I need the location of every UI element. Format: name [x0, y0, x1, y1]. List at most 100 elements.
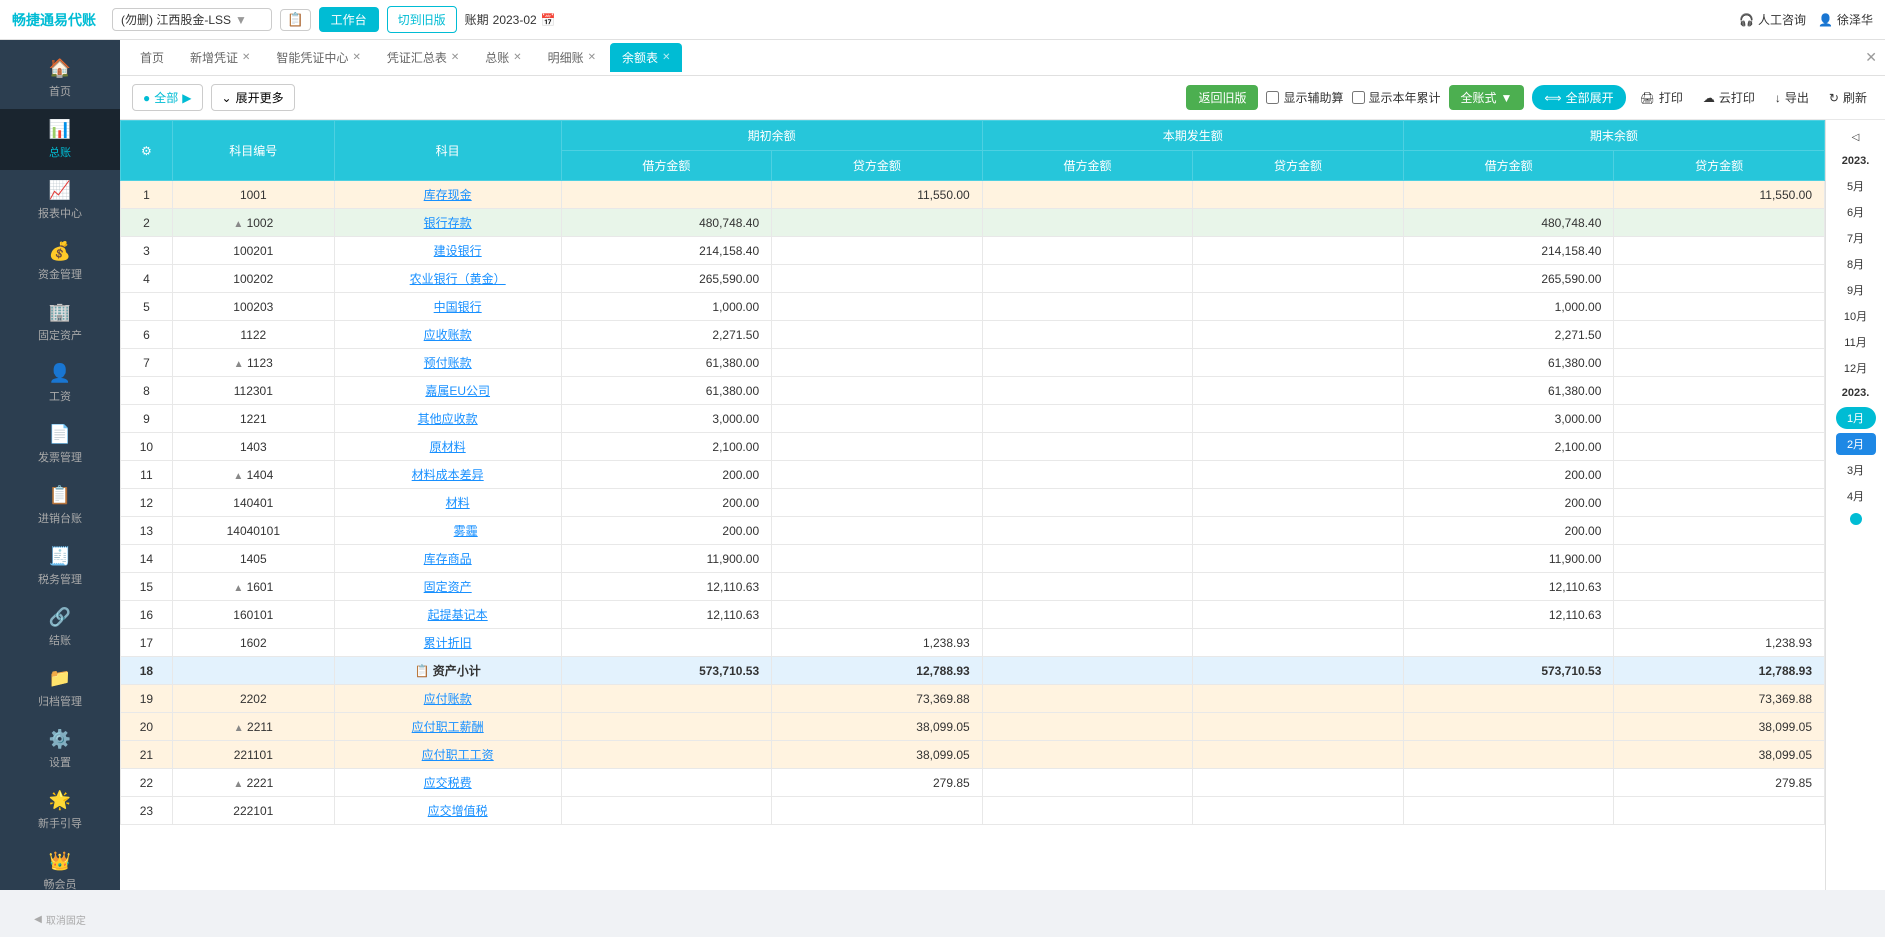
- month-10[interactable]: 10月: [1836, 305, 1876, 327]
- sidebar-item-settings[interactable]: ⚙️ 设置: [0, 719, 120, 780]
- tab-detail-ledger-close[interactable]: ✕: [588, 52, 596, 63]
- row-name[interactable]: 累计折旧: [334, 629, 561, 657]
- row-name[interactable]: 原材料: [334, 433, 561, 461]
- unpin-button[interactable]: ◀ 取消固定: [0, 902, 120, 937]
- tab-general-ledger-close[interactable]: ✕: [513, 52, 521, 63]
- sidebar-item-closing[interactable]: 🔗 结账: [0, 597, 120, 658]
- print-button[interactable]: 🖨 打印: [1634, 85, 1689, 110]
- sidebar-item-tax[interactable]: 🧾 税务管理: [0, 536, 120, 597]
- amount-cell: [982, 405, 1193, 433]
- back-old-version-button[interactable]: 返回旧版: [1186, 85, 1258, 110]
- row-name[interactable]: 应交增值税: [334, 797, 561, 825]
- consult-button[interactable]: 🎧 人工咨询: [1739, 11, 1806, 28]
- row-name[interactable]: 库存商品: [334, 545, 561, 573]
- month-4[interactable]: 4月: [1836, 485, 1876, 507]
- sidebar-item-guide[interactable]: 🌟 新手引导: [0, 780, 120, 841]
- tab-balance-sheet-close[interactable]: ✕: [662, 52, 670, 63]
- row-name[interactable]: 银行存款: [334, 209, 561, 237]
- month-12[interactable]: 12月: [1836, 357, 1876, 379]
- show-ytd-input[interactable]: [1352, 91, 1365, 104]
- month-5[interactable]: 5月: [1836, 175, 1876, 197]
- tab-smart-voucher[interactable]: 智能凭证中心 ✕: [264, 43, 372, 72]
- sidebar-item-funds[interactable]: 💰 资金管理: [0, 231, 120, 292]
- sidebar-item-ledger[interactable]: 📊 总账: [0, 109, 120, 170]
- row-name[interactable]: 建设银行: [334, 237, 561, 265]
- show-ytd-checkbox[interactable]: 显示本年累计: [1352, 89, 1441, 106]
- sidebar-item-assets[interactable]: 🏢 固定资产: [0, 292, 120, 353]
- row-name[interactable]: 应交税费: [334, 769, 561, 797]
- month-2[interactable]: 2月: [1836, 433, 1876, 455]
- copy-button[interactable]: 📋: [280, 9, 311, 31]
- amount-cell: [982, 237, 1193, 265]
- row-name[interactable]: 应付职工工资: [334, 741, 561, 769]
- sidebar-item-salary[interactable]: 👤 工资: [0, 353, 120, 414]
- month-7[interactable]: 7月: [1836, 227, 1876, 249]
- row-number: 2: [121, 209, 173, 237]
- cloud-print-button[interactable]: ☁ 云打印: [1697, 85, 1761, 110]
- refresh-button[interactable]: ↻ 刷新: [1823, 85, 1873, 110]
- row-name[interactable]: 应付职工薪酬: [334, 713, 561, 741]
- tab-new-voucher-close[interactable]: ✕: [242, 52, 250, 63]
- row-name[interactable]: 应付账款: [334, 685, 561, 713]
- sidebar-item-archive[interactable]: 📁 归档管理: [0, 658, 120, 719]
- tab-detail-ledger[interactable]: 明细账 ✕: [536, 43, 608, 72]
- tab-home[interactable]: 首页: [128, 43, 176, 72]
- amount-cell: [982, 797, 1193, 825]
- switch-version-button[interactable]: 切到旧版: [387, 6, 457, 33]
- table-row: 20▲ 2211应付职工薪酬38,099.0538,099.05: [121, 713, 1825, 741]
- toggle-expand-button[interactable]: ⟺ 全部展开: [1532, 85, 1625, 110]
- sidebar-item-member[interactable]: 👑 畅会员: [0, 841, 120, 902]
- company-selector[interactable]: (勿删) 江西股金-LSS ▼: [112, 8, 272, 31]
- tab-general-ledger[interactable]: 总账 ✕: [473, 43, 533, 72]
- close-all-tabs[interactable]: ✕: [1865, 49, 1877, 66]
- right-panel-dot-active[interactable]: [1850, 513, 1862, 525]
- right-panel-expand[interactable]: ◁: [1826, 128, 1885, 147]
- sidebar-item-sales[interactable]: 📋 进销台账: [0, 475, 120, 536]
- tab-balance-sheet[interactable]: 余额表 ✕: [610, 43, 682, 72]
- amount-cell: [1193, 293, 1404, 321]
- format-button[interactable]: 全账式 ▼: [1449, 85, 1525, 110]
- month-3[interactable]: 3月: [1836, 459, 1876, 481]
- amount-cell: 214,158.40: [1403, 237, 1614, 265]
- show-aux-checkbox[interactable]: 显示辅助算: [1266, 89, 1343, 106]
- sidebar-item-invoice[interactable]: 📄 发票管理: [0, 414, 120, 475]
- filter-button[interactable]: ● 全部 ▶: [132, 84, 203, 111]
- table-row: 3100201建设银行214,158.40214,158.40: [121, 237, 1825, 265]
- show-aux-input[interactable]: [1266, 91, 1279, 104]
- calendar-icon[interactable]: 📅: [541, 13, 556, 27]
- expand-button[interactable]: ⌄ 展开更多: [211, 84, 295, 111]
- tab-voucher-summary[interactable]: 凭证汇总表 ✕: [375, 43, 471, 72]
- month-11[interactable]: 11月: [1836, 331, 1876, 353]
- tab-voucher-summary-close[interactable]: ✕: [451, 52, 459, 63]
- tab-new-voucher[interactable]: 新增凭证 ✕: [178, 43, 262, 72]
- amount-cell: [1193, 685, 1404, 713]
- row-name[interactable]: 应收账款: [334, 321, 561, 349]
- row-name[interactable]: 其他应收款: [334, 405, 561, 433]
- row-name[interactable]: 材料成本差异: [334, 461, 561, 489]
- amount-cell: [1193, 405, 1404, 433]
- amount-cell: [772, 461, 983, 489]
- row-name[interactable]: 固定资产: [334, 573, 561, 601]
- row-name[interactable]: 预付账款: [334, 349, 561, 377]
- workbench-button[interactable]: 工作台: [319, 7, 379, 32]
- sidebar-item-reports[interactable]: 📈 报表中心: [0, 170, 120, 231]
- amount-cell: 200.00: [1403, 461, 1614, 489]
- tab-smart-voucher-close[interactable]: ✕: [352, 52, 360, 63]
- month-9[interactable]: 9月: [1836, 279, 1876, 301]
- export-button[interactable]: ↓ 导出: [1769, 85, 1815, 110]
- sidebar-item-home[interactable]: 🏠 首页: [0, 48, 120, 109]
- row-name[interactable]: 农业银行（黄金）: [334, 265, 561, 293]
- sidebar-item-guide-label: 新手引导: [38, 815, 82, 831]
- row-name[interactable]: 中国银行: [334, 293, 561, 321]
- table-row: 171602累计折旧1,238.931,238.93: [121, 629, 1825, 657]
- user-avatar[interactable]: 👤 徐泽华: [1818, 11, 1873, 28]
- row-name[interactable]: 材料: [334, 489, 561, 517]
- month-6[interactable]: 6月: [1836, 201, 1876, 223]
- row-name[interactable]: 起提基记本: [334, 601, 561, 629]
- month-8[interactable]: 8月: [1836, 253, 1876, 275]
- row-name[interactable]: 雾霾: [334, 517, 561, 545]
- amount-cell: [1614, 265, 1825, 293]
- row-name[interactable]: 库存现金: [334, 181, 561, 209]
- month-1[interactable]: 1月: [1836, 407, 1876, 429]
- row-name[interactable]: 嘉属EU公司: [334, 377, 561, 405]
